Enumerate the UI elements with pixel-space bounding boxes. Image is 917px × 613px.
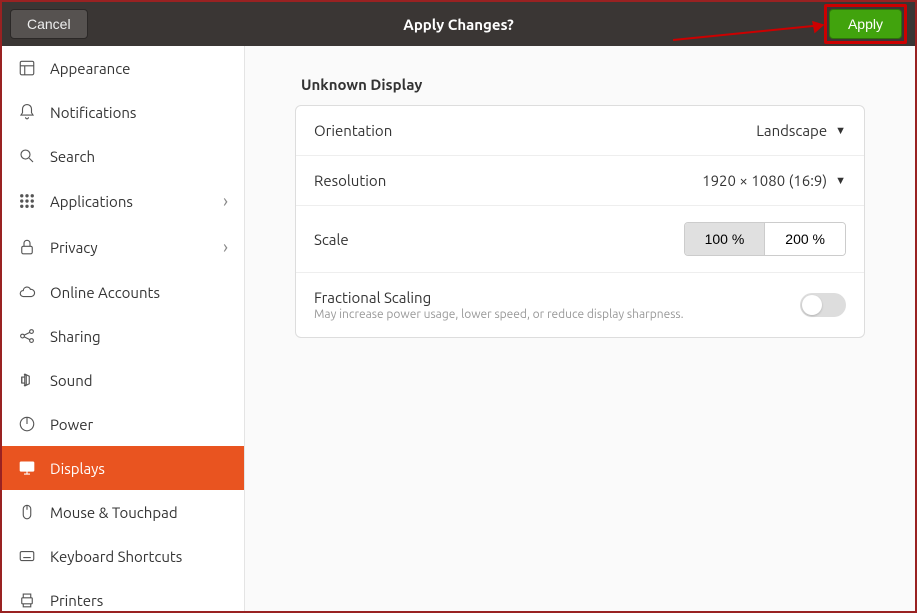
header-bar: Cancel Apply Changes? Apply [2, 2, 915, 46]
sidebar-item-search[interactable]: Search [2, 134, 244, 178]
orientation-row[interactable]: Orientation Landscape ▼ [296, 106, 864, 156]
header-title: Apply Changes? [2, 16, 915, 33]
search-icon [18, 147, 36, 165]
sidebar-item-appearance[interactable]: Appearance [2, 46, 244, 90]
bell-icon [18, 103, 36, 121]
sidebar-item-privacy[interactable]: Privacy › [2, 224, 244, 270]
resolution-value: 1920 × 1080 (16:9) ▼ [702, 172, 846, 189]
fractional-switch[interactable] [800, 293, 846, 317]
sidebar-item-label: Appearance [50, 60, 130, 77]
mouse-icon [18, 503, 36, 521]
chevron-down-icon: ▼ [835, 125, 846, 137]
sidebar-item-power[interactable]: Power [2, 402, 244, 446]
main-layout: Appearance Notifications Search Application… [2, 46, 915, 611]
sidebar-item-displays[interactable]: Displays [2, 446, 244, 490]
sidebar-item-label: Sound [50, 372, 93, 389]
sidebar-item-label: Sharing [50, 328, 101, 345]
fractional-sublabel: May increase power usage, lower speed, o… [314, 308, 684, 321]
chevron-right-icon: › [223, 191, 228, 211]
share-icon [18, 327, 36, 345]
settings-list: Orientation Landscape ▼ Resolution 1920 … [295, 105, 865, 338]
keyboard-icon [18, 547, 36, 565]
sidebar-item-label: Displays [50, 460, 105, 477]
sidebar-item-sound[interactable]: Sound [2, 358, 244, 402]
power-icon [18, 415, 36, 433]
resolution-row[interactable]: Resolution 1920 × 1080 (16:9) ▼ [296, 156, 864, 206]
scale-200-button[interactable]: 200 % [764, 223, 845, 255]
sidebar-item-label: Applications [50, 193, 133, 210]
sidebar-item-printers[interactable]: Printers [2, 578, 244, 611]
sidebar-item-label: Search [50, 148, 95, 165]
sidebar-item-sharing[interactable]: Sharing [2, 314, 244, 358]
cancel-button[interactable]: Cancel [10, 9, 88, 39]
apply-button[interactable]: Apply [829, 9, 902, 39]
sidebar-item-label: Notifications [50, 104, 136, 121]
resolution-label: Resolution [314, 172, 386, 189]
sidebar-item-label: Printers [50, 592, 103, 609]
sidebar-item-label: Keyboard Shortcuts [50, 548, 182, 565]
sidebar-item-label: Power [50, 416, 93, 433]
sidebar-item-label: Online Accounts [50, 284, 160, 301]
apply-highlight: Apply [824, 4, 907, 44]
sidebar-item-keyboard-shortcuts[interactable]: Keyboard Shortcuts [2, 534, 244, 578]
sidebar: Appearance Notifications Search Application… [2, 46, 245, 611]
section-title: Unknown Display [295, 76, 865, 93]
printer-icon [18, 591, 36, 609]
scale-100-button[interactable]: 100 % [685, 223, 765, 255]
fractional-label: Fractional Scaling [314, 289, 684, 306]
sidebar-item-label: Mouse & Touchpad [50, 504, 178, 521]
scale-row: Scale 100 % 200 % [296, 206, 864, 273]
lock-icon [18, 238, 36, 256]
appearance-icon [18, 59, 36, 77]
scale-label: Scale [314, 231, 349, 248]
display-icon [18, 459, 36, 477]
sidebar-item-applications[interactable]: Applications › [2, 178, 244, 224]
content-area: Unknown Display Orientation Landscape ▼ … [245, 46, 915, 611]
orientation-label: Orientation [314, 122, 392, 139]
fractional-text: Fractional Scaling May increase power us… [314, 289, 684, 321]
sidebar-item-label: Privacy [50, 239, 98, 256]
annotation-arrow-icon [673, 20, 833, 50]
scale-button-group: 100 % 200 % [684, 222, 846, 256]
sidebar-item-notifications[interactable]: Notifications [2, 90, 244, 134]
sound-icon [18, 371, 36, 389]
chevron-right-icon: › [223, 237, 228, 257]
sidebar-item-mouse-touchpad[interactable]: Mouse & Touchpad [2, 490, 244, 534]
orientation-value: Landscape ▼ [756, 122, 846, 139]
fractional-scaling-row: Fractional Scaling May increase power us… [296, 273, 864, 337]
grid-icon [18, 192, 36, 210]
chevron-down-icon: ▼ [835, 175, 846, 187]
sidebar-item-online-accounts[interactable]: Online Accounts [2, 270, 244, 314]
cloud-icon [18, 283, 36, 301]
